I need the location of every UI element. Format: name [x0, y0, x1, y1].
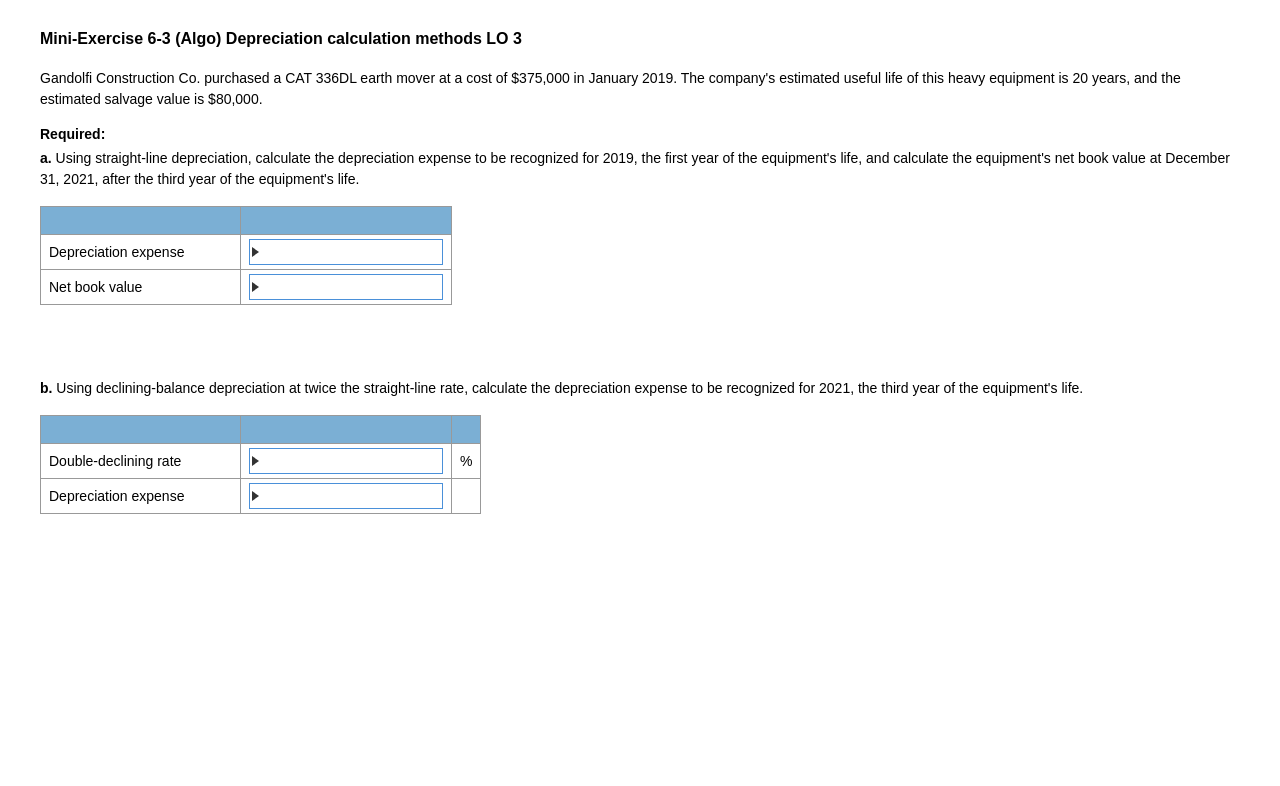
intro-text: Gandolfi Construction Co. purchased a CA… — [40, 68, 1240, 110]
section-a-description: Using straight-line depreciation, calcul… — [40, 150, 1230, 187]
section-a-header-row — [41, 207, 452, 235]
percent-sign-empty — [452, 479, 481, 514]
double-declining-input-wrapper — [249, 448, 443, 474]
section-b-table-container: Double-declining rate % Depreciation exp… — [40, 415, 481, 514]
section-a-table-container: Depreciation expense Net book value — [40, 206, 452, 305]
depreciation-expense-input[interactable] — [259, 240, 442, 264]
section-b-description: Using declining-balance depreciation at … — [56, 380, 1083, 396]
depreciation-expense-b-input[interactable] — [259, 484, 442, 508]
percent-sign: % — [452, 444, 481, 479]
depreciation-expense-input-wrapper — [249, 239, 443, 265]
section-b-part: b. — [40, 380, 52, 396]
section-b-header-col3 — [452, 416, 481, 444]
depreciation-expense-b-label: Depreciation expense — [41, 479, 241, 514]
double-declining-label: Double-declining rate — [41, 444, 241, 479]
table-row: Net book value — [41, 270, 452, 305]
table-row: Depreciation expense — [41, 235, 452, 270]
section-b-header-row — [41, 416, 481, 444]
section-a-header-col2 — [241, 207, 452, 235]
depreciation-expense-b-arrow-icon — [252, 491, 259, 501]
depreciation-expense-b-input-wrapper — [249, 483, 443, 509]
table-row: Depreciation expense — [41, 479, 481, 514]
net-book-value-arrow-icon — [252, 282, 259, 292]
net-book-value-label: Net book value — [41, 270, 241, 305]
section-a-header-col1 — [41, 207, 241, 235]
required-label: Required: — [40, 126, 1240, 142]
section-a-text: a. Using straight-line depreciation, cal… — [40, 148, 1240, 190]
double-declining-cell — [241, 444, 452, 479]
section-a: a. Using straight-line depreciation, cal… — [40, 148, 1240, 338]
section-b-text: b. Using declining-balance depreciation … — [40, 378, 1240, 399]
page-title: Mini-Exercise 6-3 (Algo) Depreciation ca… — [40, 30, 1240, 48]
depreciation-expense-cell — [241, 235, 452, 270]
net-book-value-input-wrapper — [249, 274, 443, 300]
table-row: Double-declining rate % — [41, 444, 481, 479]
net-book-value-cell — [241, 270, 452, 305]
double-declining-input[interactable] — [259, 449, 442, 473]
section-b-table: Double-declining rate % Depreciation exp… — [40, 415, 481, 514]
section-a-table: Depreciation expense Net book value — [40, 206, 452, 305]
net-book-value-input[interactable] — [259, 275, 442, 299]
depreciation-expense-label: Depreciation expense — [41, 235, 241, 270]
depreciation-expense-b-cell — [241, 479, 452, 514]
depreciation-expense-arrow-icon — [252, 247, 259, 257]
section-b: b. Using declining-balance depreciation … — [40, 378, 1240, 547]
section-b-header-col2 — [241, 416, 452, 444]
section-b-header-col1 — [41, 416, 241, 444]
section-a-part: a. — [40, 150, 52, 166]
double-declining-arrow-icon — [252, 456, 259, 466]
